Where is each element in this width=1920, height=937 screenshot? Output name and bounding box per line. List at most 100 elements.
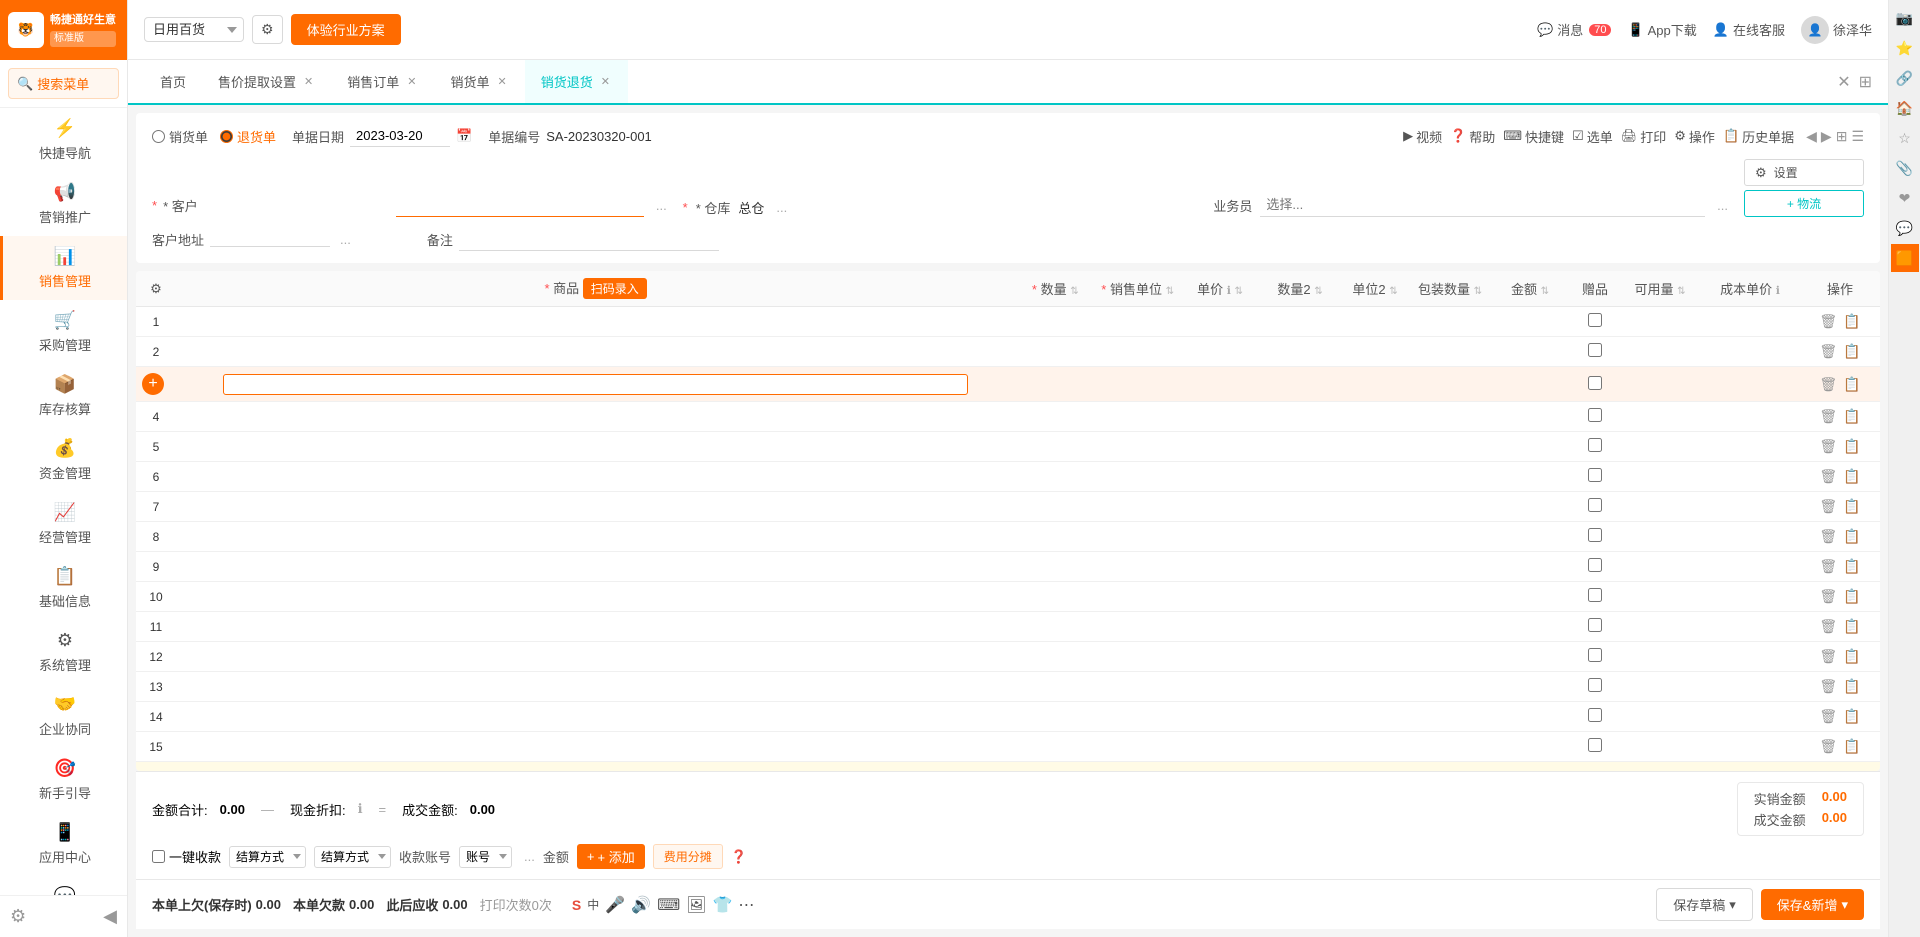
delete-icon[interactable]: 🗑 [1819, 618, 1837, 635]
price-info-icon[interactable]: ℹ [1227, 285, 1231, 297]
unit2-sort-icon[interactable]: ⇅ [1389, 286, 1397, 297]
right-panel-paperclip[interactable]: 📎 [1891, 154, 1919, 182]
row-unit2[interactable] [1340, 307, 1410, 337]
delete-icon[interactable]: 🗑 [1819, 678, 1837, 695]
delete-icon[interactable]: 🗑 [1819, 558, 1837, 575]
add-row-price[interactable] [1180, 367, 1260, 402]
unit-sort-icon[interactable]: ⇅ [1166, 286, 1174, 297]
add-row-pack[interactable] [1410, 367, 1490, 402]
avail-sort-icon[interactable]: ⇅ [1677, 286, 1685, 297]
address-dots[interactable]: ... [340, 232, 351, 247]
row-amount[interactable] [1490, 307, 1570, 337]
row-qty2[interactable] [1260, 337, 1340, 367]
tab-price-extract[interactable]: 售价提取设置 ✕ [202, 60, 331, 105]
copy-icon[interactable]: 📋 [1843, 438, 1860, 455]
row-unit2[interactable] [1340, 337, 1410, 367]
input-icon-more[interactable]: ⋯ [738, 895, 754, 915]
sidebar-item-collab[interactable]: 🤝 企业协同 [0, 684, 127, 748]
sidebar-item-operations[interactable]: 📈 经营管理 [0, 492, 127, 556]
cost-info-icon[interactable]: ℹ [1776, 285, 1780, 297]
row-gift[interactable] [1570, 307, 1620, 337]
sidebar-item-basic-info[interactable]: 📋 基础信息 [0, 556, 127, 620]
row-unit[interactable] [1095, 337, 1180, 367]
sidebar-item-purchase[interactable]: 🛒 采购管理 [0, 300, 127, 364]
amount-sort-icon[interactable]: ⇅ [1541, 286, 1549, 297]
sidebar-item-sales[interactable]: 📊 销售管理 [0, 236, 127, 300]
grid-view-icon[interactable]: ⊞ [1836, 128, 1848, 145]
tab-close-sales-bill[interactable]: ✕ [496, 75, 509, 88]
gift-checkbox[interactable] [1588, 648, 1602, 662]
customer-select-dots[interactable]: ... [656, 198, 667, 213]
copy-icon[interactable]: 📋 [1843, 498, 1860, 515]
copy-icon[interactable]: 📋 [1843, 738, 1860, 755]
fee-split-button[interactable]: 费用分摊 [653, 844, 723, 869]
row-gift[interactable] [1570, 337, 1620, 367]
right-panel-chat[interactable]: 💬 [1891, 214, 1919, 242]
row-avail[interactable] [1620, 307, 1700, 337]
logistics-button[interactable]: + 物流 [1744, 190, 1864, 217]
row-cost[interactable] [1700, 337, 1800, 367]
one-click-payment-input[interactable] [152, 850, 165, 863]
one-click-payment-checkbox[interactable]: 一键收款 [152, 847, 221, 866]
row-avail[interactable] [1620, 337, 1700, 367]
app-download-button[interactable]: 📱 App下载 [1627, 20, 1696, 39]
right-panel-fav[interactable]: ☆ [1891, 124, 1919, 152]
copy-icon[interactable]: 📋 [1843, 343, 1860, 360]
gift-checkbox[interactable] [1588, 313, 1602, 327]
online-service-button[interactable]: 👤 在线客服 [1713, 20, 1785, 39]
settle-method-select[interactable]: 结算方式 [229, 846, 306, 868]
copy-icon[interactable]: 📋 [1843, 313, 1860, 330]
operation-button[interactable]: ⚙ 操作 [1674, 127, 1715, 146]
tab-restore-button[interactable]: ⊞ [1859, 72, 1872, 92]
sidebar-item-quick-nav[interactable]: ⚡ 快捷导航 [0, 108, 127, 172]
right-panel-orange[interactable]: 🟧 [1891, 244, 1919, 272]
prev-record-icon[interactable]: ◀ [1806, 128, 1817, 145]
tab-sales-bill[interactable]: 销货单 ✕ [434, 60, 524, 105]
delete-icon[interactable]: 🗑 [1819, 498, 1837, 515]
gift-checkbox[interactable] [1588, 678, 1602, 692]
add-row-gift[interactable] [1570, 367, 1620, 402]
salesperson-input[interactable] [1260, 193, 1705, 217]
gift-checkbox[interactable] [1588, 558, 1602, 572]
row-price[interactable] [1180, 337, 1260, 367]
help-button[interactable]: ❓ 帮助 [1450, 127, 1495, 146]
delete-icon[interactable]: 🗑 [1819, 528, 1837, 545]
tab-sales-return[interactable]: 销货退货 ✕ [525, 60, 628, 105]
row-goods[interactable] [176, 337, 1015, 367]
sidebar-item-inventory[interactable]: 📦 库存核算 [0, 364, 127, 428]
sidebar-item-wechat[interactable]: 💬 企业微信 [0, 876, 127, 895]
delete-icon[interactable]: 🗑 [1819, 588, 1837, 605]
delete-icon[interactable]: 🗑 [1819, 313, 1837, 330]
tab-maximize-button[interactable]: ✕ [1837, 72, 1850, 92]
gift-checkbox[interactable] [1588, 618, 1602, 632]
add-row-amount[interactable] [1490, 367, 1570, 402]
sidebar-item-guide[interactable]: 🎯 新手引导 [0, 748, 127, 812]
note-input[interactable] [459, 227, 719, 251]
add-row-unit2[interactable] [1340, 367, 1410, 402]
delete-icon[interactable]: 🗑 [1819, 343, 1837, 360]
print-button[interactable]: 🖨 打印 [1621, 127, 1667, 146]
delete-icon[interactable]: 🗑 [1819, 376, 1837, 393]
add-row-unit[interactable] [1095, 367, 1180, 402]
customer-input[interactable] [396, 193, 644, 217]
row-cost[interactable] [1700, 307, 1800, 337]
gift-checkbox[interactable] [1588, 343, 1602, 357]
row-goods[interactable] [176, 307, 1015, 337]
collapse-icon[interactable]: ◀ [103, 906, 117, 927]
right-panel-link[interactable]: 🔗 [1891, 64, 1919, 92]
copy-icon[interactable]: 📋 [1843, 558, 1860, 575]
sidebar-item-marketing[interactable]: 📢 营销推广 [0, 172, 127, 236]
row-price[interactable] [1180, 307, 1260, 337]
experience-button[interactable]: 体验行业方案 [291, 14, 401, 45]
row-qty[interactable] [1015, 307, 1095, 337]
copy-icon[interactable]: 📋 [1843, 408, 1860, 425]
video-button[interactable]: ▶ 视频 [1403, 127, 1442, 146]
shortcut-button[interactable]: ⌨ 快捷键 [1503, 127, 1564, 146]
select-button[interactable]: ☑ 选单 [1572, 127, 1613, 146]
delete-icon[interactable]: 🗑 [1819, 738, 1837, 755]
right-panel-home[interactable]: 🏠 [1891, 94, 1919, 122]
settings-bottom-icon[interactable]: ⚙ [10, 906, 26, 927]
copy-icon[interactable]: 📋 [1843, 648, 1860, 665]
radio-return-bill[interactable]: 退货单 [220, 127, 276, 146]
row-unit[interactable] [1095, 307, 1180, 337]
